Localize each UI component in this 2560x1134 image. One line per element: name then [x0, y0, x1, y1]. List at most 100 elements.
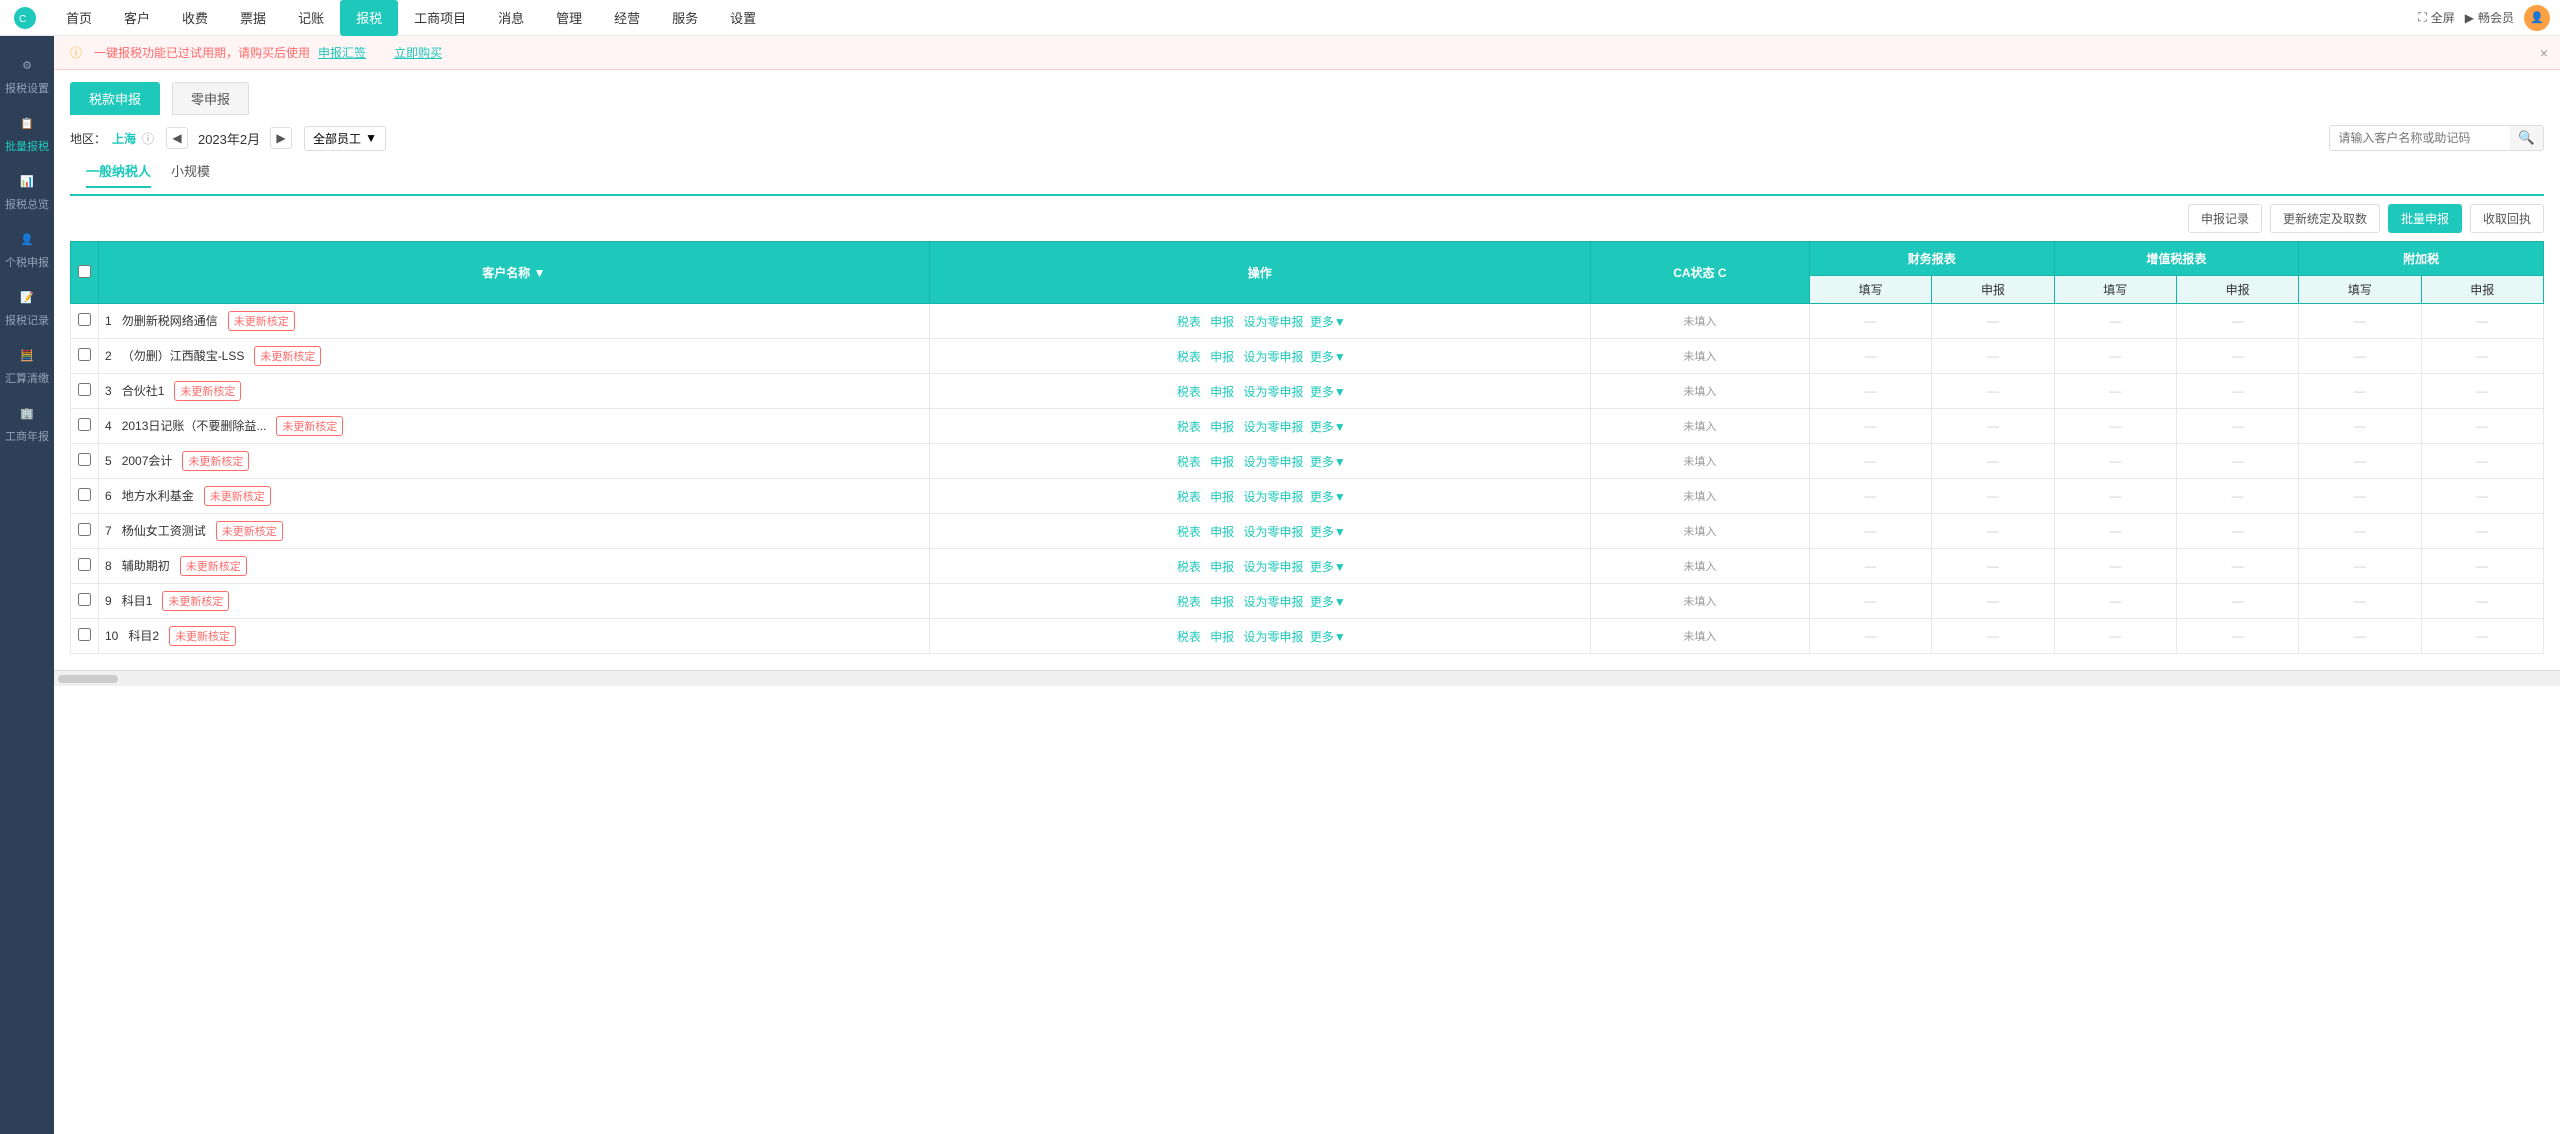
op-more[interactable]: 更多▼	[1310, 420, 1346, 434]
op-more[interactable]: 更多▼	[1310, 595, 1346, 609]
nav-industry[interactable]: 工商项目	[398, 0, 482, 36]
op-set-zero[interactable]: 设为零申报	[1244, 350, 1304, 364]
nav-home[interactable]: 首页	[50, 0, 108, 36]
op-declare[interactable]: 申报	[1210, 420, 1234, 434]
tab-zero-declaration[interactable]: 零申报	[172, 82, 249, 115]
op-declare[interactable]: 申报	[1210, 350, 1234, 364]
op-set-zero[interactable]: 设为零申报	[1244, 525, 1304, 539]
employee-select[interactable]: 全部员工 ▼	[304, 126, 386, 151]
op-set-zero[interactable]: 设为零申报	[1244, 385, 1304, 399]
nav-settings[interactable]: 设置	[714, 0, 772, 36]
sidebar-item-calc-clear[interactable]: 🧮 汇算清缴	[0, 336, 54, 394]
op-tax-table[interactable]: 税表	[1177, 315, 1201, 329]
update-stats-btn[interactable]: 更新统定及取数	[2270, 204, 2380, 233]
date-next-btn[interactable]: ▶	[270, 127, 292, 149]
op-set-zero[interactable]: 设为零申报	[1244, 490, 1304, 504]
row-financial-fill: —	[1810, 374, 1932, 409]
nav-invoice[interactable]: 票据	[224, 0, 282, 36]
row-checkbox[interactable]	[78, 523, 91, 536]
location-info-icon[interactable]: ⓘ	[142, 130, 154, 147]
nav-accounting[interactable]: 记账	[282, 0, 340, 36]
op-declare[interactable]: 申报	[1210, 560, 1234, 574]
row-checkbox[interactable]	[78, 348, 91, 361]
nav-manage[interactable]: 管理	[540, 0, 598, 36]
nav-service[interactable]: 服务	[656, 0, 714, 36]
app-logo[interactable]: C	[10, 3, 40, 33]
banner-buy-btn[interactable]: 立即购买	[394, 44, 442, 61]
sort-icon[interactable]: ▼	[534, 266, 546, 280]
op-more[interactable]: 更多▼	[1310, 525, 1346, 539]
op-tax-table[interactable]: 税表	[1177, 630, 1201, 644]
nav-operation[interactable]: 经营	[598, 0, 656, 36]
op-tax-table[interactable]: 税表	[1177, 595, 1201, 609]
nav-tax[interactable]: 报税	[340, 0, 398, 36]
banner-link[interactable]: 申报汇签	[318, 44, 366, 61]
tab-small-taxpayer[interactable]: 小规模	[171, 161, 210, 186]
row-checkbox[interactable]	[78, 628, 91, 641]
op-tax-table[interactable]: 税表	[1177, 350, 1201, 364]
row-checkbox[interactable]	[78, 558, 91, 571]
op-more[interactable]: 更多▼	[1310, 490, 1346, 504]
op-declare[interactable]: 申报	[1210, 490, 1234, 504]
row-added-fill: —	[2299, 374, 2421, 409]
select-all-checkbox[interactable]	[78, 265, 91, 278]
op-more[interactable]: 更多▼	[1310, 560, 1346, 574]
sidebar-item-batch-tax[interactable]: 📋 批量报税	[0, 104, 54, 162]
op-more[interactable]: 更多▼	[1310, 630, 1346, 644]
op-declare[interactable]: 申报	[1210, 630, 1234, 644]
op-set-zero[interactable]: 设为零申报	[1244, 420, 1304, 434]
th-added-fill: 填写	[2299, 276, 2421, 304]
sidebar-item-tax-overview[interactable]: 📊 报税总览	[0, 162, 54, 220]
upgrade-btn[interactable]: ▶ 畅会员	[2465, 9, 2514, 26]
op-tax-table[interactable]: 税表	[1177, 490, 1201, 504]
withdraw-return-btn[interactable]: 收取回执	[2470, 204, 2544, 233]
op-more[interactable]: 更多▼	[1310, 455, 1346, 469]
op-set-zero[interactable]: 设为零申报	[1244, 455, 1304, 469]
row-checkbox[interactable]	[78, 593, 91, 606]
scrollbar-thumb[interactable]	[58, 675, 118, 683]
batch-declare-btn[interactable]: 批量申报	[2388, 204, 2462, 233]
row-tax-fill: —	[2054, 339, 2176, 374]
horizontal-scrollbar[interactable]	[54, 670, 2560, 686]
row-checkbox[interactable]	[78, 418, 91, 431]
op-tax-table[interactable]: 税表	[1177, 420, 1201, 434]
row-checkbox[interactable]	[78, 383, 91, 396]
sidebar-item-tax-settings[interactable]: ⚙ 报税设置	[0, 46, 54, 104]
banner-close-btn[interactable]: ×	[2540, 45, 2548, 61]
row-checkbox[interactable]	[78, 453, 91, 466]
op-more[interactable]: 更多▼	[1310, 315, 1346, 329]
op-tax-table[interactable]: 税表	[1177, 455, 1201, 469]
sidebar-item-industry-report[interactable]: 🏢 工商年报	[0, 394, 54, 452]
row-checkbox[interactable]	[78, 488, 91, 501]
op-declare[interactable]: 申报	[1210, 385, 1234, 399]
op-more[interactable]: 更多▼	[1310, 385, 1346, 399]
tab-tax-declaration[interactable]: 税款申报	[70, 82, 160, 115]
op-declare[interactable]: 申报	[1210, 455, 1234, 469]
user-avatar[interactable]: 👤	[2524, 5, 2550, 31]
op-declare[interactable]: 申报	[1210, 525, 1234, 539]
fullscreen-btn[interactable]: ⛶ 全屏	[2418, 9, 2454, 26]
op-set-zero[interactable]: 设为零申报	[1244, 595, 1304, 609]
op-tax-table[interactable]: 税表	[1177, 560, 1201, 574]
search-input[interactable]	[2330, 127, 2510, 149]
sidebar-item-tax-records[interactable]: 📝 报税记录	[0, 278, 54, 336]
nav-billing[interactable]: 收费	[166, 0, 224, 36]
search-btn[interactable]: 🔍	[2510, 126, 2543, 150]
op-tax-table[interactable]: 税表	[1177, 525, 1201, 539]
op-declare[interactable]: 申报	[1210, 315, 1234, 329]
op-declare[interactable]: 申报	[1210, 595, 1234, 609]
op-more[interactable]: 更多▼	[1310, 350, 1346, 364]
sidebar-item-individual-tax[interactable]: 👤 个税申报	[0, 220, 54, 278]
row-checkbox[interactable]	[78, 313, 91, 326]
row-financial-fill: —	[1810, 514, 1932, 549]
row-client-name: 5 2007会计 未更新核定	[99, 444, 930, 479]
nav-message[interactable]: 消息	[482, 0, 540, 36]
declaration-record-btn[interactable]: 申报记录	[2188, 204, 2262, 233]
op-tax-table[interactable]: 税表	[1177, 385, 1201, 399]
op-set-zero[interactable]: 设为零申报	[1244, 630, 1304, 644]
nav-customer[interactable]: 客户	[108, 0, 166, 36]
date-prev-btn[interactable]: ◀	[166, 127, 188, 149]
tab-general-taxpayer[interactable]: 一般纳税人	[86, 161, 151, 188]
op-set-zero[interactable]: 设为零申报	[1244, 560, 1304, 574]
op-set-zero[interactable]: 设为零申报	[1244, 315, 1304, 329]
